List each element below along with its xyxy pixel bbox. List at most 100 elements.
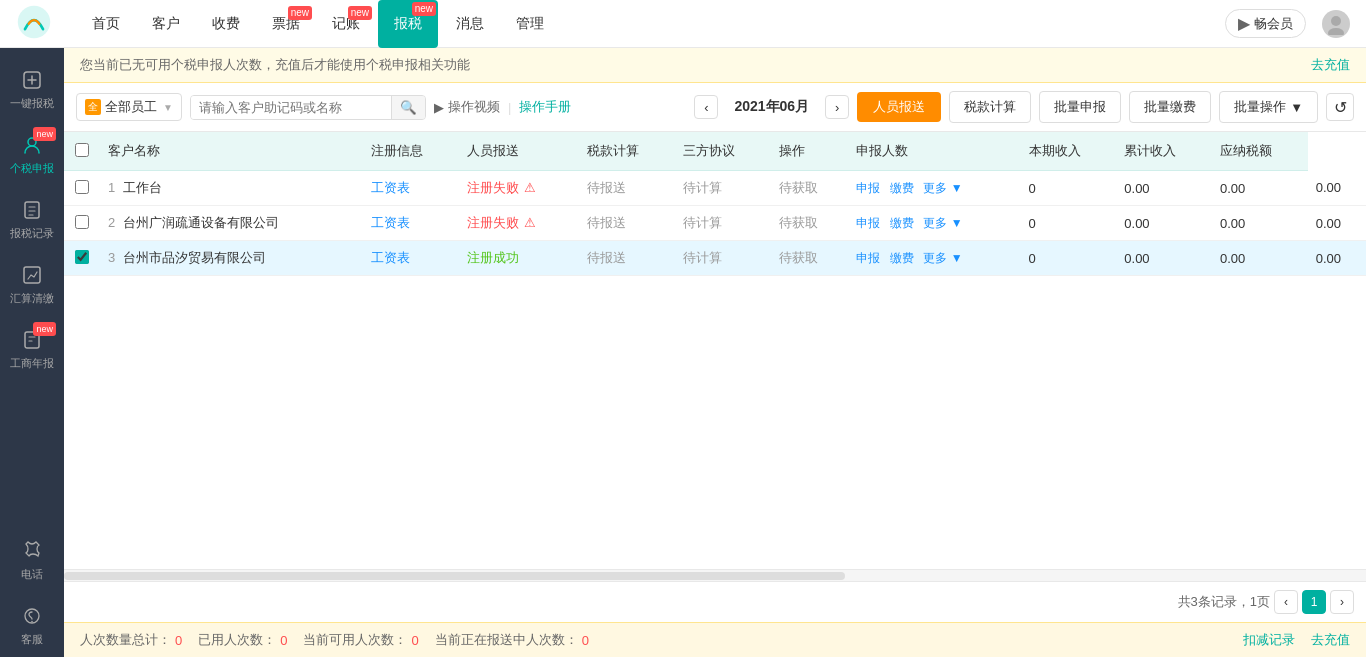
row1-more-btn[interactable]: 更多 ▼ (923, 180, 962, 197)
row1-triparty-label: 待获取 (779, 180, 818, 195)
op-video-icon: ▶ (434, 100, 444, 115)
sidebar-item-phone[interactable]: 电话 (0, 527, 64, 592)
table-wrap: 客户名称 注册信息 人员报送 税款计算 三方协议 操作 申报人数 本期收入 累计… (64, 132, 1366, 569)
search-input[interactable] (191, 96, 391, 119)
sidebar-item-tax-record[interactable]: 报税记录 (0, 186, 64, 251)
th-current-income: 本期收入 (1021, 132, 1117, 171)
select-all-checkbox[interactable] (75, 143, 89, 157)
row3-pay-link[interactable]: 缴费 (890, 251, 914, 265)
annual-settle-icon (18, 261, 46, 289)
batch-submit-btn[interactable]: 批量申报 (1039, 91, 1121, 123)
recharge-link[interactable]: 去充值 (1311, 56, 1350, 74)
status-available-label: 当前可用人次数： (303, 631, 407, 649)
row3-reg-info-link[interactable]: 工资表 (371, 250, 410, 265)
row1-reg-status-icon[interactable]: ⚠ (524, 180, 536, 195)
nav-home[interactable]: 首页 (76, 0, 136, 48)
next-month-btn[interactable]: › (825, 95, 849, 119)
status-bar: 人次数量总计： 0 已用人次数： 0 当前可用人次数： 0 当前正在报送中人次数… (64, 622, 1366, 657)
row3-report-count: 0 (1021, 241, 1117, 276)
month-nav: ‹ 2021年06月 › (694, 95, 849, 119)
current-page-btn[interactable]: 1 (1302, 590, 1326, 614)
svg-point-0 (18, 5, 50, 37)
row3-more-btn[interactable]: 更多 ▼ (923, 250, 962, 267)
prev-page-btn[interactable]: ‹ (1274, 590, 1298, 614)
status-total-label: 人次数量总计： (80, 631, 171, 649)
row3-tax-calc-label: 待计算 (683, 250, 722, 265)
row1-apply-link[interactable]: 申报 (856, 181, 880, 195)
row2-more-btn[interactable]: 更多 ▼ (923, 215, 962, 232)
tax-calc-btn[interactable]: 税款计算 (949, 91, 1031, 123)
row1-reg-status-label[interactable]: 注册失败 (467, 180, 519, 195)
row3-checkbox[interactable] (75, 250, 89, 264)
support-label: 客服 (21, 632, 43, 647)
op-manual-btn[interactable]: 操作手册 (519, 98, 571, 116)
sidebar-item-annual-report[interactable]: 工商年报 new (0, 316, 64, 381)
row2-name: 2 台州广润疏通设备有限公司 (100, 206, 363, 241)
row2-reg-info: 工资表 (363, 206, 459, 241)
row1-pay-link[interactable]: 缴费 (890, 181, 914, 195)
op-video-btn[interactable]: ▶ 操作视频 (434, 98, 500, 116)
quick-tax-icon (18, 66, 46, 94)
prev-month-btn[interactable]: ‹ (694, 95, 718, 119)
row3-triparty: 待获取 (771, 241, 848, 276)
row2-checkbox-cell (64, 206, 100, 241)
search-button[interactable]: 🔍 (391, 96, 425, 119)
row1-checkbox[interactable] (75, 180, 89, 194)
main-content: 您当前已无可用个税申报人次数，充值后才能使用个税申报相关功能 去充值 全 全部员… (64, 48, 1366, 657)
row2-reg-info-link[interactable]: 工资表 (371, 215, 410, 230)
row2-reg-status-label[interactable]: 注册失败 (467, 215, 519, 230)
table-row: 3 台州市品汐贸易有限公司 工资表 注册成功 待报送 (64, 241, 1366, 276)
op-video-label: 操作视频 (448, 98, 500, 116)
user-avatar[interactable] (1322, 10, 1350, 38)
nav-fee[interactable]: 收费 (196, 0, 256, 48)
th-reg: 注册信息 (363, 132, 459, 171)
sidebar-item-quick-tax[interactable]: 一键报税 (0, 56, 64, 121)
scroll-bar-area[interactable] (64, 569, 1366, 581)
row3-reg-status: 注册成功 (459, 241, 580, 276)
row3-apply-link[interactable]: 申报 (856, 251, 880, 265)
row1-total-income: 0.00 (1212, 171, 1308, 206)
status-recharge-link[interactable]: 去充值 (1311, 631, 1350, 649)
row2-reg-status-icon[interactable]: ⚠ (524, 215, 536, 230)
employee-select[interactable]: 全 全部员工 ▼ (76, 93, 182, 121)
staff-submit-btn[interactable]: 人员报送 (857, 92, 941, 122)
row3-tax-calc: 待计算 (675, 241, 771, 276)
divider-1: | (508, 100, 511, 115)
nav-invoice[interactable]: 票据 new (256, 0, 316, 48)
nav-client[interactable]: 客户 (136, 0, 196, 48)
scroll-track[interactable] (64, 572, 845, 580)
nav-bookkeeping[interactable]: 记账 new (316, 0, 376, 48)
annual-settle-label: 汇算清缴 (10, 291, 54, 306)
next-page-btn[interactable]: › (1330, 590, 1354, 614)
current-month: 2021年06月 (726, 98, 817, 116)
tax-record-label: 报税记录 (10, 226, 54, 241)
nav-tax[interactable]: 报税 new (378, 0, 438, 48)
member-label: 畅会员 (1254, 15, 1293, 33)
row1-reg-status: 注册失败 ⚠ (459, 171, 580, 206)
nav-message[interactable]: 消息 (440, 0, 500, 48)
member-button[interactable]: ▶ 畅会员 (1225, 9, 1306, 38)
row1-tax-calc-label: 待计算 (683, 180, 722, 195)
status-total-value: 0 (175, 633, 182, 648)
nav-manage[interactable]: 管理 (500, 0, 560, 48)
row1-checkbox-cell (64, 171, 100, 206)
row3-current-income: 0.00 (1116, 241, 1212, 276)
row2-apply-link[interactable]: 申报 (856, 216, 880, 230)
batch-ops-btn[interactable]: 批量操作 ▼ (1219, 91, 1318, 123)
sidebar-item-personal-tax[interactable]: 个税申报 new (0, 121, 64, 186)
batch-pay-btn[interactable]: 批量缴费 (1129, 91, 1211, 123)
row2-checkbox[interactable] (75, 215, 89, 229)
row1-reg-info-link[interactable]: 工资表 (371, 180, 410, 195)
logo[interactable] (16, 4, 56, 44)
th-ops: 操作 (771, 132, 848, 171)
sidebar-item-support[interactable]: 客服 (0, 592, 64, 657)
row2-pay-link[interactable]: 缴费 (890, 216, 914, 230)
refresh-btn[interactable]: ↺ (1326, 93, 1354, 121)
row1-name: 1 工作台 (100, 171, 363, 206)
row2-triparty: 待获取 (771, 206, 848, 241)
toolbar: 全 全部员工 ▼ 🔍 ▶ 操作视频 | 操作手册 ‹ 2021年06月 › (64, 83, 1366, 132)
row1-staff-submit: 待报送 (579, 171, 675, 206)
sidebar-item-annual-settle[interactable]: 汇算清缴 (0, 251, 64, 316)
table-row: 2 台州广润疏通设备有限公司 工资表 注册失败 ⚠ 待报送 (64, 206, 1366, 241)
deduction-record-link[interactable]: 扣减记录 (1243, 631, 1295, 649)
